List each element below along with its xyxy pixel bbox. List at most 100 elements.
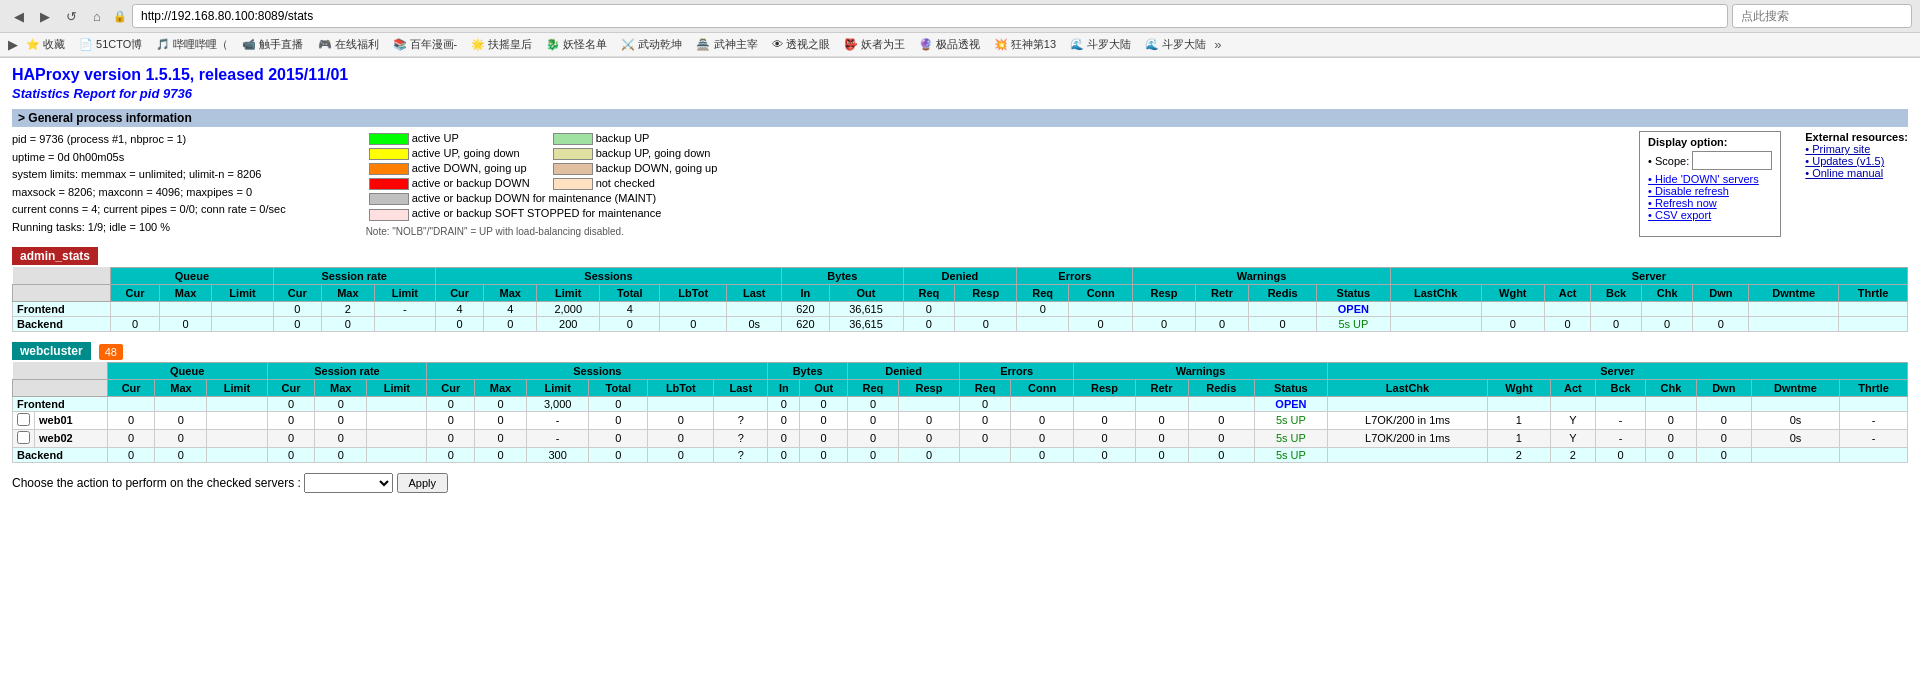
ssl-icon: 🔒 — [112, 10, 128, 23]
wc-th-lbtot: LbTot — [648, 379, 714, 396]
bookmark-douluo1[interactable]: 🌊 斗罗大陆 — [1064, 35, 1137, 54]
admin-be-q-cur: 0 — [111, 316, 159, 331]
bookmark-touzhi[interactable]: 👁 透视之眼 — [766, 35, 836, 54]
action-select[interactable]: Set DRAIN Set MAINT Set READY Kill Sessi… — [304, 473, 393, 493]
right-panel: Display option: • Scope: • Hide 'DOWN' s… — [1639, 131, 1908, 237]
th-e-req: Req — [1017, 284, 1069, 301]
wc-fe-bck — [1596, 396, 1646, 411]
wc-web02-b-out: 0 — [800, 429, 848, 447]
wc-th-sr-max: Max — [315, 379, 367, 396]
wc-web01-wght: 1 — [1488, 411, 1550, 429]
forward-button[interactable]: ▶ — [34, 5, 56, 27]
bookmark-wushen[interactable]: 🏯 武神主宰 — [690, 35, 763, 54]
th-s-lim: Limit — [537, 284, 600, 301]
disable-refresh-link[interactable]: • Disable refresh — [1648, 185, 1729, 197]
bookmark-51cto[interactable]: 📄 51CTO博 — [73, 35, 148, 54]
admin-fe-sr-lim: - — [374, 301, 435, 316]
wc-th-warnings: Warnings — [1074, 362, 1327, 379]
apply-button[interactable]: Apply — [397, 473, 449, 493]
wc-th-sessions: Sessions — [427, 362, 768, 379]
scope-input[interactable] — [1692, 151, 1772, 170]
wc-th-b-out: Out — [800, 379, 848, 396]
bookmark-kuangshen[interactable]: 💥 狂神第13 — [988, 35, 1062, 54]
wc-th-s-lim: Limit — [527, 379, 589, 396]
admin-fe-bck — [1591, 301, 1642, 316]
address-bar[interactable] — [132, 4, 1728, 28]
wc-th-lastchk: LastChk — [1327, 379, 1487, 396]
bookmark-bilibili[interactable]: 🎵 哔哩哔哩（ — [150, 35, 234, 54]
wc-web01-checkbox[interactable] — [17, 413, 30, 426]
wc-web01-s-tot: 0 — [589, 411, 648, 429]
wc-th-dwntme: Dwntme — [1751, 379, 1839, 396]
wc-web02-d-req: 0 — [848, 429, 899, 447]
th-lbtot: LbTot — [660, 284, 727, 301]
wc-be-chk: 0 — [1645, 447, 1696, 462]
admin-be-chk: 0 — [1641, 316, 1693, 331]
admin-be-sr-lim — [374, 316, 435, 331]
updates-link[interactable]: • Updates (v1.5) — [1805, 155, 1884, 167]
legend-label-backup-up: backup UP — [596, 132, 650, 144]
admin-be-lastchk — [1390, 316, 1481, 331]
wc-web01-row: web01 0 0 0 0 0 0 - 0 0 ? 0 0 0 0 — [13, 411, 1908, 429]
wc-be-q-cur: 0 — [107, 447, 155, 462]
th-s-max: Max — [484, 284, 537, 301]
wc-fe-s-cur: 0 — [427, 396, 475, 411]
display-option-label: Display option: — [1648, 136, 1772, 148]
csv-export-link[interactable]: • CSV export — [1648, 209, 1711, 221]
wc-th-act: Act — [1550, 379, 1596, 396]
wc-be-e-resp: 0 — [1074, 447, 1135, 462]
bookmarks-more[interactable]: » — [1214, 37, 1221, 52]
search-bar[interactable] — [1732, 4, 1912, 28]
admin-be-e-resp: 0 — [1133, 316, 1195, 331]
back-button[interactable]: ◀ — [8, 5, 30, 27]
wc-web02-e-resp: 0 — [1074, 429, 1135, 447]
wc-web02-checkbox[interactable] — [17, 431, 30, 444]
admin-fe-wght — [1481, 301, 1544, 316]
th-s-cur: Cur — [435, 284, 483, 301]
wc-fe-thrtle — [1840, 396, 1908, 411]
bookmark-yaozhe[interactable]: 👺 妖者为王 — [838, 35, 911, 54]
refresh-now-link[interactable]: • Refresh now — [1648, 197, 1717, 209]
wc-fe-lastchk — [1327, 396, 1487, 411]
th-status: Status — [1316, 284, 1390, 301]
bookmark-fuyao[interactable]: 🌟 扶摇皇后 — [465, 35, 538, 54]
wc-web01-q-cur: 0 — [107, 411, 155, 429]
wc-be-s-max: 0 — [475, 447, 527, 462]
online-manual-link[interactable]: • Online manual — [1805, 167, 1883, 179]
wc-fe-act — [1550, 396, 1596, 411]
admin-fe-last — [727, 301, 782, 316]
wc-fe-q-max — [155, 396, 207, 411]
legend-label-backup-down: backup DOWN, going up — [596, 162, 718, 174]
th-wght: Wght — [1481, 284, 1544, 301]
wc-web01-lastchk: L7OK/200 in 1ms — [1327, 411, 1487, 429]
legend-label-active-up: active UP — [412, 132, 459, 144]
wc-web02-dwn: 0 — [1696, 429, 1751, 447]
wc-web02-b-in: 0 — [768, 429, 800, 447]
bookmark-wudong[interactable]: ⚔️ 武动乾坤 — [615, 35, 688, 54]
admin-fe-q-cur — [111, 301, 159, 316]
wc-web01-e-resp: 0 — [1074, 411, 1135, 429]
bookmark-yaojing[interactable]: 🐉 妖怪名单 — [540, 35, 613, 54]
hide-down-link[interactable]: • Hide 'DOWN' servers — [1648, 173, 1759, 185]
bookmark-jipintouying[interactable]: 🔮 极品透视 — [913, 35, 986, 54]
wc-fe-d-req: 0 — [848, 396, 899, 411]
admin-be-bck: 0 — [1591, 316, 1642, 331]
bookmark-choushou[interactable]: 📹 触手直播 — [236, 35, 309, 54]
wc-web01-act: Y — [1550, 411, 1596, 429]
bookmarks-arrow[interactable]: ▶ — [8, 37, 18, 52]
general-section-header[interactable]: General process information — [12, 109, 1908, 127]
bookmark-zxfl[interactable]: 🎮 在线福利 — [312, 35, 385, 54]
th-w-redis: Redis — [1249, 284, 1317, 301]
bookmark-douluo2[interactable]: 🌊 斗罗大陆 — [1139, 35, 1212, 54]
wc-be-dwn: 0 — [1696, 447, 1751, 462]
admin-be-w-redis: 0 — [1249, 316, 1317, 331]
home-button[interactable]: ⌂ — [86, 5, 108, 27]
wc-be-e-conn: 0 — [1010, 447, 1073, 462]
refresh-button[interactable]: ↺ — [60, 5, 82, 27]
admin-fe-chk — [1641, 301, 1693, 316]
bookmark-manga[interactable]: 📚 百年漫画- — [387, 35, 464, 54]
admin-be-e-req — [1017, 316, 1069, 331]
primary-site-link[interactable]: • Primary site — [1805, 143, 1870, 155]
bookmark-favorites[interactable]: ⭐ 收藏 — [20, 35, 71, 54]
wc-fe-e-resp — [1074, 396, 1135, 411]
